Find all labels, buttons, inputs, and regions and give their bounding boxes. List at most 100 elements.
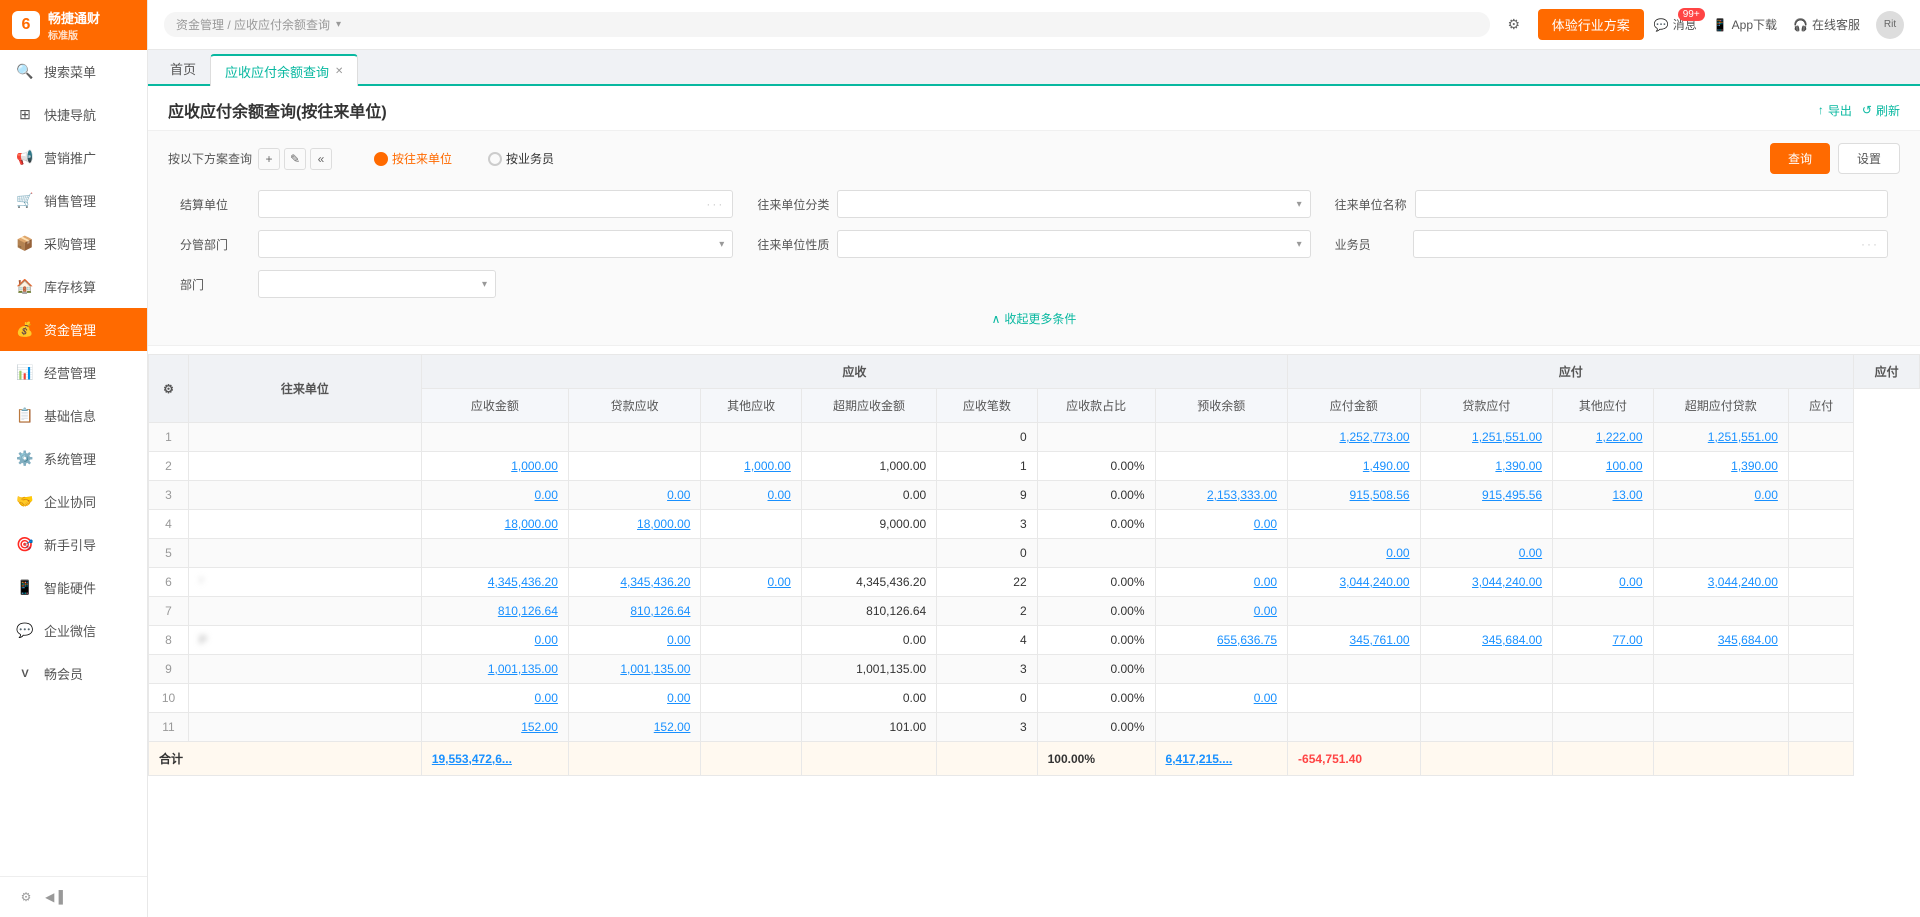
row-ar-other[interactable] (701, 626, 801, 655)
export-btn[interactable]: ↑ 导出 (1818, 102, 1852, 119)
row-ar-other[interactable] (701, 510, 801, 539)
row-ar-other[interactable]: 0.00 (701, 481, 801, 510)
row-ar-amount[interactable]: 0.00 (421, 626, 568, 655)
col-settings[interactable]: ⚙ (149, 355, 189, 423)
row-ap-other[interactable] (1553, 713, 1653, 742)
settlement-unit-input[interactable]: ··· (258, 190, 733, 218)
tab-ar-ap[interactable]: 应收应付余额查询 ✕ (210, 54, 358, 86)
row-ar-loan[interactable]: 4,345,436.20 (568, 568, 701, 597)
row-ap-other[interactable]: 100.00 (1553, 452, 1653, 481)
filter-option-by-staff[interactable]: 按业务员 (478, 145, 564, 172)
collapse-icon[interactable]: ◀▐ (44, 887, 64, 907)
row-ap-loan[interactable]: 915,495.56 (1420, 481, 1553, 510)
collapse-more-btn[interactable]: ∧ 收起更多条件 (992, 304, 1077, 333)
row-ap-overdue[interactable]: 0.00 (1653, 481, 1788, 510)
row-ar-amount[interactable] (421, 539, 568, 568)
row-ar-loan[interactable]: 0.00 (568, 684, 701, 713)
row-ar-amount[interactable]: 4,345,436.20 (421, 568, 568, 597)
row-ap-overdue[interactable]: 345,684.00 (1653, 626, 1788, 655)
row-ar-loan[interactable]: 810,126.64 (568, 597, 701, 626)
row-ar-loan[interactable] (568, 423, 701, 452)
row-ar-loan[interactable]: 18,000.00 (568, 510, 701, 539)
add-scheme-icon[interactable]: + (258, 148, 280, 170)
row-ar-amount[interactable]: 18,000.00 (421, 510, 568, 539)
row-ap-other[interactable] (1553, 539, 1653, 568)
row-ap-amount[interactable] (1288, 684, 1421, 713)
row-ap-loan[interactable]: 0.00 (1420, 539, 1553, 568)
row-ar-other[interactable]: 1,000.00 (701, 452, 801, 481)
sidebar-item-member[interactable]: V 畅会员 (0, 652, 147, 695)
service-btn[interactable]: 🎧 在线客服 (1793, 16, 1860, 33)
row-ar-prepay[interactable] (1155, 452, 1288, 481)
row-ar-prepay[interactable]: 2,153,333.00 (1155, 481, 1288, 510)
row-ap-other[interactable]: 1,222.00 (1553, 423, 1653, 452)
topbar-gear-btn[interactable]: ⚙ (1500, 11, 1528, 39)
row-ap-other[interactable]: 0.00 (1553, 568, 1653, 597)
row-ar-prepay[interactable]: 0.00 (1155, 597, 1288, 626)
row-ap-amount[interactable] (1288, 655, 1421, 684)
row-ap-other[interactable]: 13.00 (1553, 481, 1653, 510)
sidebar-item-finance[interactable]: 💰 资金管理 (0, 308, 147, 351)
breadcrumb-chevron[interactable]: ▾ (336, 19, 341, 30)
row-ar-prepay[interactable]: 0.00 (1155, 510, 1288, 539)
row-ar-amount[interactable]: 0.00 (421, 684, 568, 713)
row-ap-overdue[interactable]: 1,390.00 (1653, 452, 1788, 481)
row-ar-other[interactable] (701, 684, 801, 713)
row-ap-loan[interactable] (1420, 510, 1553, 539)
row-ar-loan[interactable] (568, 452, 701, 481)
row-ap-other[interactable] (1553, 510, 1653, 539)
row-ap-amount[interactable]: 3,044,240.00 (1288, 568, 1421, 597)
row-ap-amount[interactable] (1288, 713, 1421, 742)
sidebar-item-system[interactable]: ⚙️ 系统管理 (0, 437, 147, 480)
row-ar-prepay[interactable]: 0.00 (1155, 684, 1288, 713)
row-ar-amount[interactable]: 152.00 (421, 713, 568, 742)
row-ar-prepay[interactable] (1155, 423, 1288, 452)
promo-btn[interactable]: 体验行业方案 (1538, 9, 1644, 40)
row-ap-other[interactable]: 77.00 (1553, 626, 1653, 655)
row-ap-other[interactable] (1553, 597, 1653, 626)
message-btn[interactable]: 💬 消息 99+ (1654, 16, 1697, 33)
sidebar-item-newbie[interactable]: 🎯 新手引导 (0, 523, 147, 566)
tab-close-icon[interactable]: ✕ (335, 66, 343, 77)
row-ap-loan[interactable]: 1,251,551.00 (1420, 423, 1553, 452)
row-ap-overdue[interactable] (1653, 684, 1788, 713)
row-ap-loan[interactable]: 345,684.00 (1420, 626, 1553, 655)
row-ar-other[interactable] (701, 597, 801, 626)
row-ar-loan[interactable]: 152.00 (568, 713, 701, 742)
row-ap-loan[interactable] (1420, 713, 1553, 742)
app-download-btn[interactable]: 📱 App下载 (1713, 16, 1777, 33)
row-ap-loan[interactable] (1420, 597, 1553, 626)
row-ar-prepay[interactable] (1155, 713, 1288, 742)
sidebar-item-sales[interactable]: 🛒 销售管理 (0, 179, 147, 222)
row-ap-overdue[interactable] (1653, 655, 1788, 684)
table-settings-icon[interactable]: ⚙ (163, 382, 174, 396)
row-ap-amount[interactable]: 1,490.00 (1288, 452, 1421, 481)
sidebar-item-base-info[interactable]: 📋 基础信息 (0, 394, 147, 437)
sidebar-item-smart-hw[interactable]: 📱 智能硬件 (0, 566, 147, 609)
row-ar-prepay[interactable] (1155, 655, 1288, 684)
row-ap-amount[interactable] (1288, 510, 1421, 539)
row-ar-other[interactable] (701, 423, 801, 452)
row-ap-overdue[interactable] (1653, 597, 1788, 626)
row-ap-other[interactable] (1553, 684, 1653, 713)
row-ar-amount[interactable]: 1,000.00 (421, 452, 568, 481)
refresh-btn[interactable]: ↺ 刷新 (1862, 102, 1900, 119)
row-ar-amount[interactable] (421, 423, 568, 452)
row-ap-overdue[interactable] (1653, 713, 1788, 742)
row-ar-amount[interactable]: 1,001,135.00 (421, 655, 568, 684)
dept-input[interactable]: ▾ (258, 270, 496, 298)
row-ar-amount[interactable]: 810,126.64 (421, 597, 568, 626)
row-ap-overdue[interactable]: 3,044,240.00 (1653, 568, 1788, 597)
collapse-scheme-icon[interactable]: « (310, 148, 332, 170)
row-ap-loan[interactable]: 1,390.00 (1420, 452, 1553, 481)
settings-filter-btn[interactable]: 设置 (1838, 143, 1900, 174)
row-ar-other[interactable] (701, 539, 801, 568)
settings-icon[interactable]: ⚙ (16, 887, 36, 907)
row-ar-amount[interactable]: 0.00 (421, 481, 568, 510)
row-ap-other[interactable] (1553, 655, 1653, 684)
partner-category-input[interactable]: ▾ (837, 190, 1310, 218)
sidebar-item-marketing[interactable]: 📢 营销推广 (0, 136, 147, 179)
division-dept-input[interactable]: ▾ (258, 230, 733, 258)
salesperson-input[interactable]: ··· (1413, 230, 1888, 258)
row-ap-overdue[interactable] (1653, 539, 1788, 568)
